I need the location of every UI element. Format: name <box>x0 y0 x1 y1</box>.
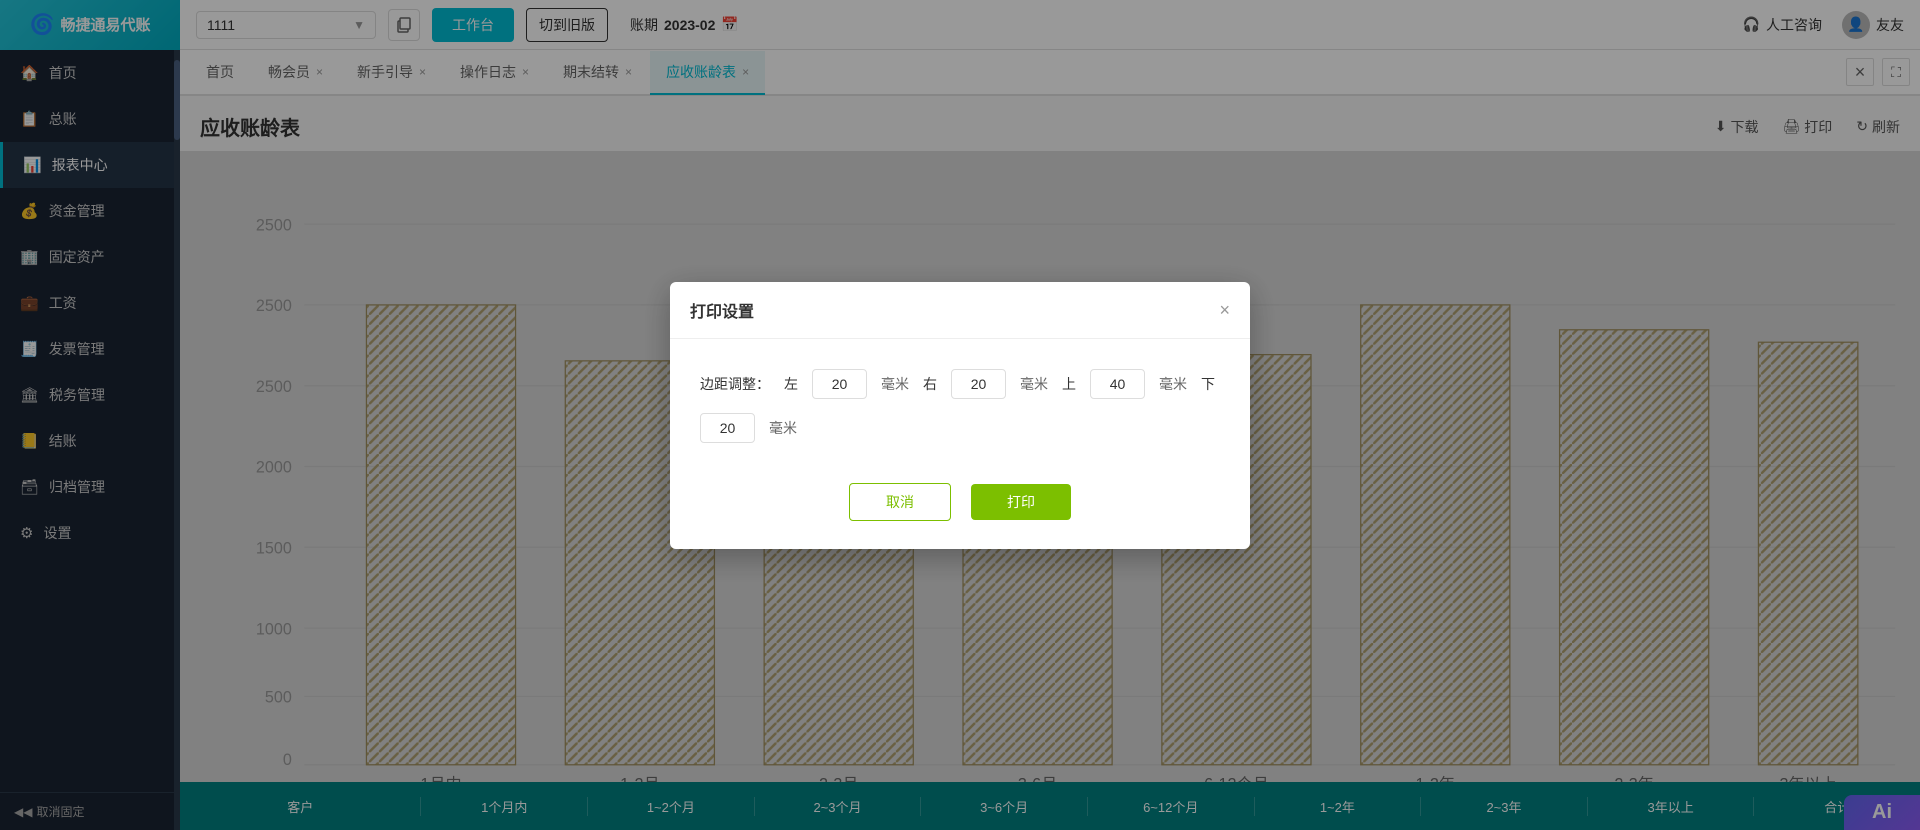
right-direction-label: 右 <box>923 374 937 394</box>
top-unit-label: 毫米 <box>1159 374 1187 394</box>
bottom-margin-input[interactable] <box>700 413 755 443</box>
confirm-print-button[interactable]: 打印 <box>971 484 1071 520</box>
print-settings-modal: 打印设置 × 边距调整： 左 毫米 右 毫米 上 毫米 下 毫米 <box>670 282 1250 549</box>
right-unit-label: 毫米 <box>1020 374 1048 394</box>
bottom-unit-label: 毫米 <box>769 418 797 438</box>
modal-footer: 取消 打印 <box>670 473 1250 549</box>
modal-overlay: 打印设置 × 边距调整： 左 毫米 右 毫米 上 毫米 下 毫米 <box>0 0 1920 830</box>
modal-body: 边距调整： 左 毫米 右 毫米 上 毫米 下 毫米 <box>670 339 1250 473</box>
right-margin-input[interactable] <box>951 369 1006 399</box>
margin-label: 边距调整： <box>700 374 770 394</box>
left-margin-input[interactable] <box>812 369 867 399</box>
modal-header: 打印设置 × <box>670 282 1250 339</box>
bottom-direction-label: 下 <box>1201 374 1215 394</box>
margin-row: 边距调整： 左 毫米 右 毫米 上 毫米 下 毫米 <box>700 369 1220 443</box>
cancel-button[interactable]: 取消 <box>849 483 951 521</box>
top-direction-label: 上 <box>1062 374 1076 394</box>
modal-close-button[interactable]: × <box>1219 301 1230 319</box>
left-unit-label: 毫米 <box>881 374 909 394</box>
left-direction-label: 左 <box>784 374 798 394</box>
modal-title: 打印设置 <box>690 298 754 322</box>
top-margin-input[interactable] <box>1090 369 1145 399</box>
